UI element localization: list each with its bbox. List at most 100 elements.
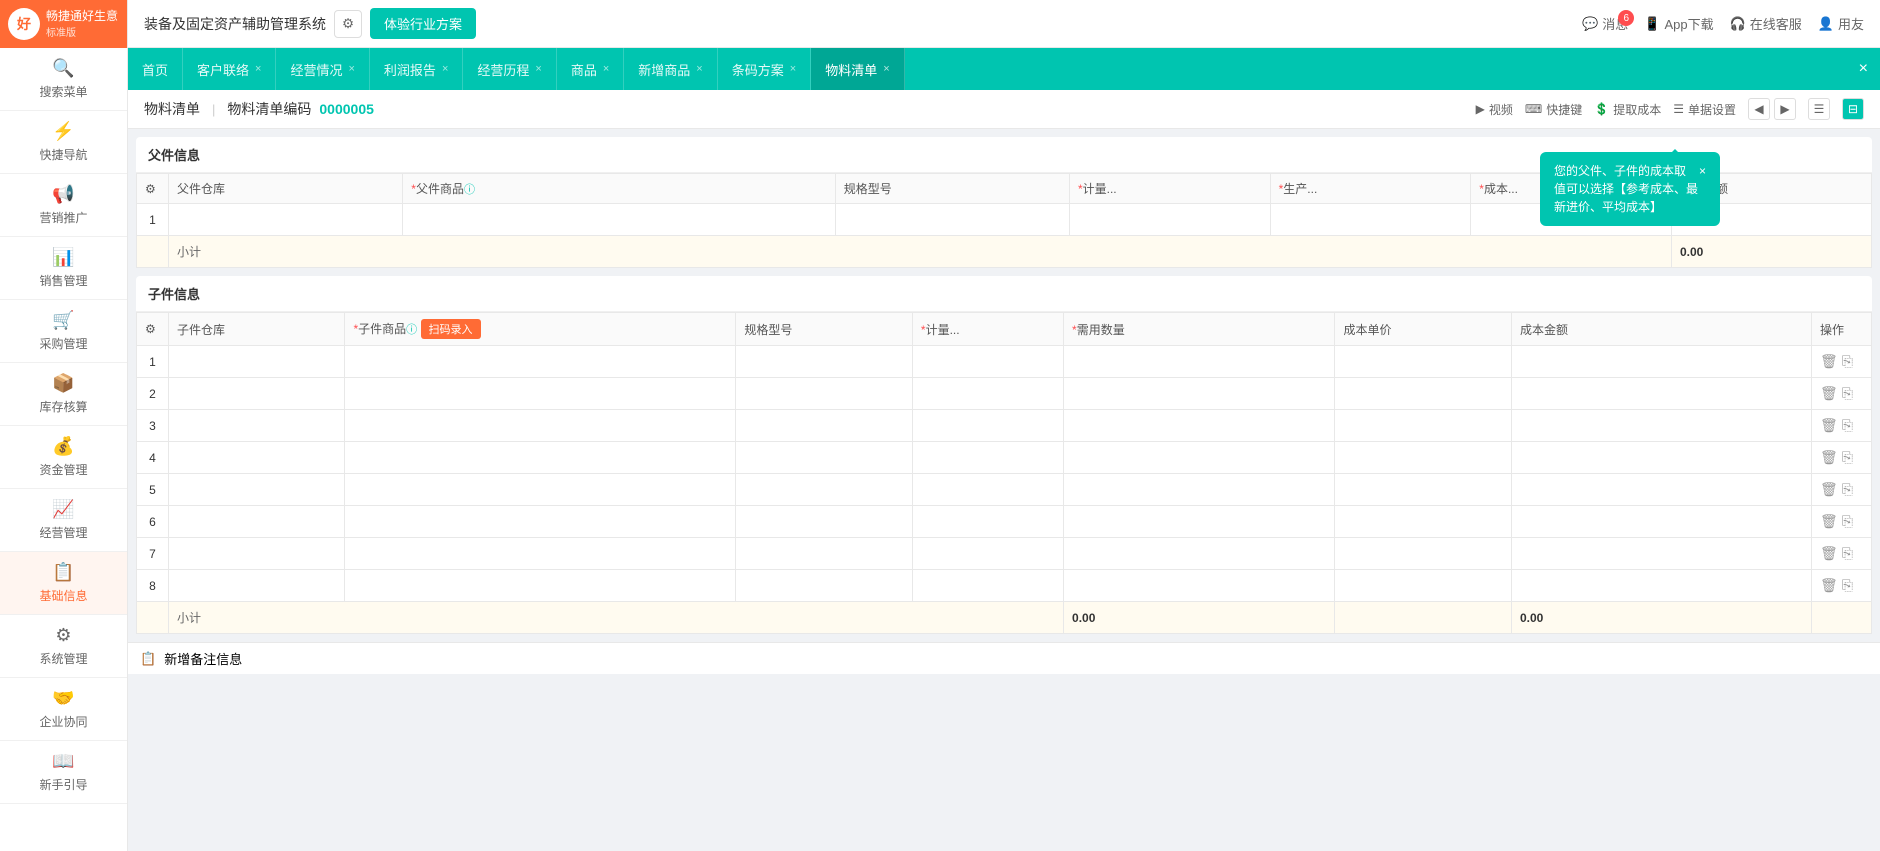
child-product-1[interactable]	[345, 346, 736, 378]
tab-close-product[interactable]: ×	[603, 63, 609, 75]
lightning-icon: ⚡	[52, 121, 74, 142]
child-action-1: 🗑 ⎘	[1812, 346, 1872, 378]
child-row-num-1: 1	[137, 346, 169, 378]
tab-history[interactable]: 经营历程 ×	[463, 48, 556, 90]
tab-close-new-product[interactable]: ×	[696, 63, 702, 75]
copy-icon-4[interactable]: ⎘	[1842, 449, 1853, 466]
child-table-header: ⚙ 子件仓库 *子件商品ⓘ 扫码录入 规格型号 *计量... *需用数量 成本单…	[137, 313, 1872, 346]
tab-close-ops[interactable]: ×	[348, 63, 354, 75]
delete-icon-2[interactable]: 🗑	[1820, 385, 1838, 402]
parent-warehouse-cell[interactable]	[169, 204, 403, 236]
parent-spec-cell[interactable]	[835, 204, 1069, 236]
shortcut-btn[interactable]: ⌨ 快捷键	[1525, 101, 1582, 118]
parent-row-num: 1	[137, 204, 169, 236]
config-button[interactable]: ⚙	[334, 10, 362, 38]
tab-barcode[interactable]: 条码方案 ×	[718, 48, 811, 90]
delete-icon-3[interactable]: 🗑	[1820, 417, 1838, 434]
sidebar-item-basics[interactable]: 📋 基础信息	[0, 552, 127, 615]
delete-icon-8[interactable]: 🗑	[1820, 577, 1838, 594]
tab-close-barcode[interactable]: ×	[790, 63, 796, 75]
delete-icon-7[interactable]: 🗑	[1820, 545, 1838, 562]
order-code: 0000005	[319, 101, 374, 117]
tab-close-bom[interactable]: ×	[883, 63, 889, 75]
th-child-warehouse: 子件仓库	[169, 313, 345, 346]
app-download-button[interactable]: 📱 App下载	[1644, 14, 1713, 33]
money-icon: 💰	[52, 436, 74, 457]
child-amount-1[interactable]	[1512, 346, 1812, 378]
child-table-row: 2 🗑⎘	[137, 378, 1872, 410]
child-qty-1[interactable]	[1064, 346, 1335, 378]
child-action-5: 🗑⎘	[1812, 474, 1872, 506]
cost-btn[interactable]: 💲 提取成本	[1594, 101, 1661, 118]
tab-product[interactable]: 商品 ×	[557, 48, 624, 90]
delete-icon-6[interactable]: 🗑	[1820, 513, 1838, 530]
tab-close-customer[interactable]: ×	[255, 63, 261, 75]
delete-icon-1[interactable]: 🗑	[1820, 353, 1838, 370]
child-row-num-4: 4	[137, 442, 169, 474]
avatar: 👤	[1818, 16, 1834, 32]
cost-icon: 💲	[1594, 102, 1609, 116]
copy-icon-5[interactable]: ⎘	[1842, 481, 1853, 498]
sidebar-item-finance[interactable]: 💰 资金管理	[0, 426, 127, 489]
list-view-btn[interactable]: ☰	[1808, 98, 1830, 120]
child-row-num-3: 3	[137, 410, 169, 442]
exp-button[interactable]: 体验行业方案	[370, 8, 476, 39]
tab-profit[interactable]: 利润报告 ×	[370, 48, 463, 90]
child-table-row: 7 🗑⎘	[137, 538, 1872, 570]
child-unitcost-1[interactable]	[1335, 346, 1512, 378]
page-header: 物料清单 | 物料清单编码 0000005 ▶ 视频 ⌨ 快捷键 💲 提取成本	[128, 90, 1880, 129]
tab-home[interactable]: 首页	[128, 48, 183, 90]
copy-icon-3[interactable]: ⎘	[1842, 417, 1853, 434]
copy-icon-1[interactable]: ⎘	[1842, 353, 1853, 370]
sidebar-item-sales[interactable]: 📊 销售管理	[0, 237, 127, 300]
user-avatar[interactable]: 👤 用友	[1818, 14, 1864, 33]
child-warehouse-1[interactable]	[169, 346, 345, 378]
tab-new-product[interactable]: 新增商品 ×	[624, 48, 717, 90]
copy-icon-6[interactable]: ⎘	[1842, 513, 1853, 530]
parent-unit-cell[interactable]	[1069, 204, 1270, 236]
delete-icon-5[interactable]: 🗑	[1820, 481, 1838, 498]
next-arrow[interactable]: ▶	[1774, 98, 1796, 120]
child-subtotal-amount: 0.00	[1512, 602, 1812, 634]
tooltip-text: 您的父件、子件的成本取值可以选择【参考成本、最新进价、平均成本】	[1554, 164, 1698, 214]
tab-customer[interactable]: 客户联络 ×	[183, 48, 276, 90]
sidebar-item-marketing[interactable]: 📢 营销推广	[0, 174, 127, 237]
copy-icon-7[interactable]: ⎘	[1842, 545, 1853, 562]
message-button[interactable]: 💬 消息 6	[1582, 14, 1628, 33]
tab-operations-status[interactable]: 经营情况 ×	[276, 48, 369, 90]
tab-close-profit[interactable]: ×	[442, 63, 448, 75]
online-service-button[interactable]: 🎧 在线客服	[1730, 14, 1802, 33]
sidebar-item-system[interactable]: ⚙ 系统管理	[0, 615, 127, 678]
header-right: 💬 消息 6 📱 App下载 🎧 在线客服 👤 用友	[1582, 14, 1864, 33]
setting-btn[interactable]: ☰ 单据设置	[1673, 101, 1736, 118]
sidebar-item-search[interactable]: 🔍 搜索菜单	[0, 48, 127, 111]
sidebar-item-inventory[interactable]: 📦 库存核算	[0, 363, 127, 426]
copy-icon-8[interactable]: ⎘	[1842, 577, 1853, 594]
tab-close-history[interactable]: ×	[535, 63, 541, 75]
sidebar-label-finance: 资金管理	[39, 461, 87, 478]
view-btn[interactable]: ▶ 视频	[1476, 101, 1513, 118]
page-header-right: ▶ 视频 ⌨ 快捷键 💲 提取成本 ☰ 单据设置 ◀ ▶	[1476, 98, 1864, 120]
sidebar-item-guide[interactable]: 📖 新手引导	[0, 741, 127, 804]
expand-btn[interactable]: ⊟	[1842, 98, 1864, 120]
copy-icon-2[interactable]: ⎘	[1842, 385, 1853, 402]
close-all-tabs[interactable]: ×	[1847, 60, 1880, 78]
tooltip-close-btn[interactable]: ×	[1699, 162, 1706, 180]
child-action-6: 🗑⎘	[1812, 506, 1872, 538]
delete-icon-4[interactable]: 🗑	[1820, 449, 1838, 466]
child-spec-1[interactable]	[736, 346, 912, 378]
parent-product-cell[interactable]	[403, 204, 835, 236]
sidebar-item-enterprise[interactable]: 🤝 企业协同	[0, 678, 127, 741]
ops-icon: 📈	[52, 499, 74, 520]
sidebar-item-operations[interactable]: 📈 经营管理	[0, 489, 127, 552]
sidebar-item-purchase[interactable]: 🛒 采购管理	[0, 300, 127, 363]
sidebar-item-quicknav[interactable]: ⚡ 快捷导航	[0, 111, 127, 174]
main-content: 装备及固定资产辅助管理系统 ⚙ 体验行业方案 💬 消息 6 📱 App下载 🎧 …	[128, 0, 1880, 851]
parent-produce-cell[interactable]	[1270, 204, 1471, 236]
tab-bom[interactable]: 物料清单 ×	[811, 48, 904, 90]
top-header: 装备及固定资产辅助管理系统 ⚙ 体验行业方案 💬 消息 6 📱 App下载 🎧 …	[128, 0, 1880, 48]
parent-subtotal-text: 小计	[169, 236, 1672, 268]
scan-button[interactable]: 扫码录入	[421, 319, 481, 339]
prev-arrow[interactable]: ◀	[1748, 98, 1770, 120]
child-unit-1[interactable]	[912, 346, 1063, 378]
